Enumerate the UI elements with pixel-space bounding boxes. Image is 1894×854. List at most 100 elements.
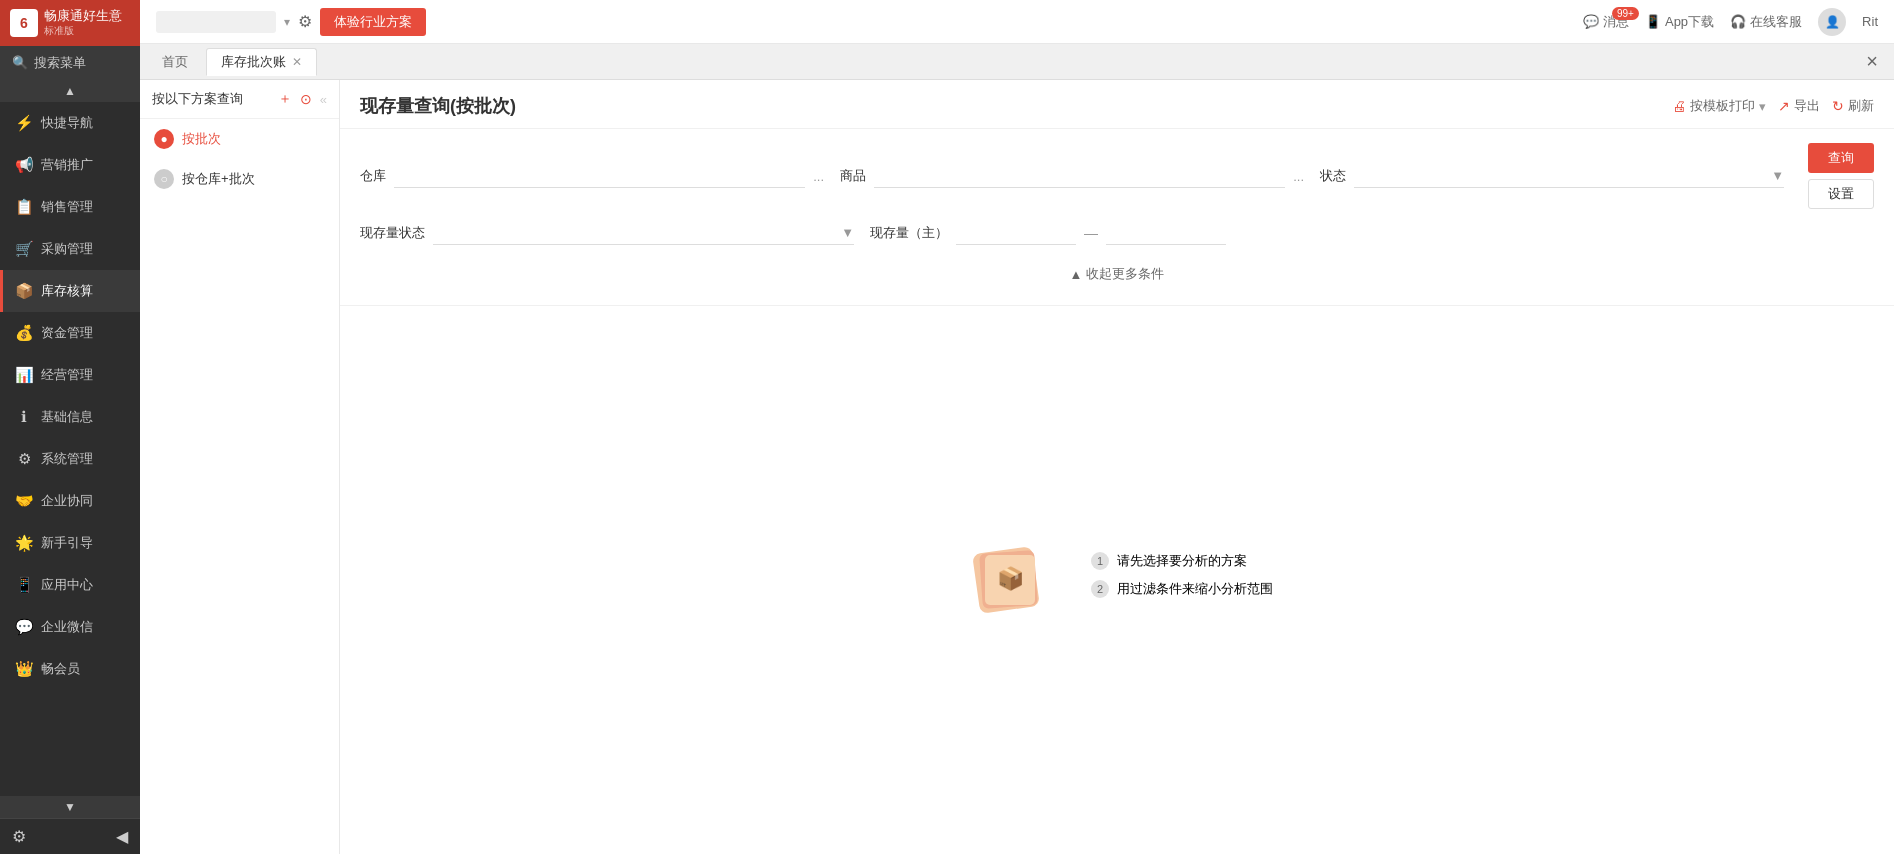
warehouse-more-icon[interactable]: ... xyxy=(813,169,824,184)
export-icon: ↗ xyxy=(1778,98,1790,114)
page-header: 现存量查询(按批次) 🖨 按模板打印 ▾ ↗ 导出 ↻ 刷新 xyxy=(340,80,1894,129)
print-button[interactable]: 🖨 按模板打印 ▾ xyxy=(1672,97,1766,115)
sidebar-item-quick-nav[interactable]: ⚡ 快捷导航 xyxy=(0,102,140,144)
sidebar-item-finance[interactable]: 💰资金管理 xyxy=(0,312,140,354)
by-warehouse-batch-icon: ○ xyxy=(154,169,174,189)
warehouse-input[interactable] xyxy=(394,164,805,188)
refresh-button[interactable]: ↻ 刷新 xyxy=(1832,97,1874,115)
query-button[interactable]: 查询 xyxy=(1808,143,1874,173)
online-service-button[interactable]: 🎧 在线客服 xyxy=(1730,13,1802,31)
sidebar-brand: 畅康通好生意 标准版 xyxy=(44,8,122,38)
sidebar-item-sales[interactable]: 📋销售管理 xyxy=(0,186,140,228)
operations-label: 经营管理 xyxy=(41,366,93,384)
collapse-filters-button[interactable]: ▲ 收起更多条件 xyxy=(360,257,1874,291)
tab-close-icon[interactable]: ✕ xyxy=(292,55,302,69)
panel-close-button[interactable]: × xyxy=(1858,50,1886,73)
sidebar-scroll-up[interactable]: ▲ xyxy=(0,80,140,102)
user-avatar[interactable]: 👤 xyxy=(1818,8,1846,36)
inventory-main-to[interactable] xyxy=(1106,221,1226,245)
sidebar-item-purchase[interactable]: 🛒采购管理 xyxy=(0,228,140,270)
sidebar-item-inventory[interactable]: 📦库存核算 xyxy=(0,270,140,312)
finance-icon: 💰 xyxy=(15,324,33,342)
sidebar-item-operations[interactable]: 📊经营管理 xyxy=(0,354,140,396)
tabbar: 首页 库存批次账 ✕ × xyxy=(140,44,1894,80)
sidebar-item-system[interactable]: ⚙系统管理 xyxy=(0,438,140,480)
filter-inventory-status: 现存量状态 ▼ xyxy=(360,221,854,245)
topbar-breadcrumb-area: ▾ ⚙ 体验行业方案 xyxy=(156,8,1573,36)
filter-area: 仓库 ... 商品 ... 状态 ▼ xyxy=(340,129,1894,306)
goods-input[interactable] xyxy=(874,164,1285,188)
search-icon: 🔍 xyxy=(12,55,28,70)
export-button[interactable]: ↗ 导出 xyxy=(1778,97,1820,115)
tab-home-label: 首页 xyxy=(162,53,188,71)
warehouse-label: 仓库 xyxy=(360,167,386,185)
step-1-text: 请先选择要分析的方案 xyxy=(1117,552,1247,570)
trial-industry-button[interactable]: 体验行业方案 xyxy=(320,8,426,36)
refresh-label: 刷新 xyxy=(1848,97,1874,115)
phone-icon: 📱 xyxy=(1645,14,1661,29)
quick-nav-icon: ⚡ xyxy=(15,114,33,132)
goods-label: 商品 xyxy=(840,167,866,185)
sidebar-item-wechat[interactable]: 💬企业微信 xyxy=(0,606,140,648)
enterprise-icon: 🤝 xyxy=(15,492,33,510)
tab-inventory-batch-label: 库存批次账 xyxy=(221,53,286,71)
sidebar-item-member[interactable]: 👑畅会员 xyxy=(0,648,140,690)
sidebar-search-label: 搜索菜单 xyxy=(34,54,86,72)
topbar-gear-icon[interactable]: ⚙ xyxy=(298,12,312,31)
scheme-settings-icon[interactable]: ⊙ xyxy=(300,91,312,107)
sidebar-logo: 6 xyxy=(10,9,38,37)
add-scheme-icon[interactable]: ＋ xyxy=(278,90,292,108)
filter-row-1: 仓库 ... 商品 ... 状态 ▼ xyxy=(360,143,1874,209)
notification-button[interactable]: 💬 消息 99+ xyxy=(1583,13,1629,31)
topbar-chevron-icon[interactable]: ▾ xyxy=(284,15,290,29)
left-panel-title: 按以下方案查询 xyxy=(152,90,243,108)
online-service-label: 在线客服 xyxy=(1750,13,1802,31)
sidebar: 6 畅康通好生意 标准版 🔍 搜索菜单 ▲ ⚡ 快捷导航 📢营销推广📋销售管理🛒采购… xyxy=(0,0,140,854)
export-label: 导出 xyxy=(1794,97,1820,115)
settings-button[interactable]: 设置 xyxy=(1808,179,1874,209)
sidebar-item-basic[interactable]: ℹ基础信息 xyxy=(0,396,140,438)
topbar-search-input[interactable] xyxy=(156,11,276,33)
newguide-label: 新手引导 xyxy=(41,534,93,552)
appstore-label: 应用中心 xyxy=(41,576,93,594)
tab-inventory-batch[interactable]: 库存批次账 ✕ xyxy=(206,48,317,76)
wechat-label: 企业微信 xyxy=(41,618,93,636)
tab-home[interactable]: 首页 xyxy=(148,48,202,76)
panel-item-by-batch[interactable]: ● 按批次 xyxy=(140,119,339,159)
print-dropdown-icon[interactable]: ▾ xyxy=(1759,99,1766,114)
message-icon: 💬 xyxy=(1583,14,1599,29)
filter-status: 状态 ▼ xyxy=(1320,164,1784,188)
inventory-main-from[interactable] xyxy=(956,221,1076,245)
left-panel-icons: ＋ ⊙ « xyxy=(278,90,327,108)
topbar: ▾ ⚙ 体验行业方案 💬 消息 99+ 📱 App下载 🎧 在线客服 👤 Rit xyxy=(140,0,1894,44)
sidebar-scroll-down[interactable]: ▼ xyxy=(0,796,140,818)
sidebar-item-newguide[interactable]: 🌟新手引导 xyxy=(0,522,140,564)
sales-label: 销售管理 xyxy=(41,198,93,216)
goods-more-icon[interactable]: ... xyxy=(1293,169,1304,184)
settings-footer-icon[interactable]: ⚙ xyxy=(12,827,26,846)
marketing-label: 营销推广 xyxy=(41,156,93,174)
inventory-status-label: 现存量状态 xyxy=(360,224,425,242)
empty-state: 📦 1 请先选择要分析的方案 2 用过滤条件来缩小分析范围 xyxy=(340,306,1894,854)
sidebar-search[interactable]: 🔍 搜索菜单 xyxy=(0,46,140,80)
member-icon: 👑 xyxy=(15,660,33,678)
inventory-status-select[interactable]: ▼ xyxy=(433,221,854,245)
empty-step-2: 2 用过滤条件来缩小分析范围 xyxy=(1091,580,1273,598)
filter-row-2: 现存量状态 ▼ 现存量（主） — xyxy=(360,221,1874,245)
collapse-sidebar-icon[interactable]: ◀ xyxy=(116,827,128,846)
sidebar-item-appstore[interactable]: 📱 应用中心 xyxy=(0,564,140,606)
panel-item-by-warehouse-batch[interactable]: ○ 按仓库+批次 xyxy=(140,159,339,199)
status-label: 状态 xyxy=(1320,167,1346,185)
appstore-icon: 📱 xyxy=(15,576,33,594)
username-label[interactable]: Rit xyxy=(1862,14,1878,29)
filter-warehouse: 仓库 ... xyxy=(360,164,824,188)
sidebar-item-marketing[interactable]: 📢营销推广 xyxy=(0,144,140,186)
sidebar-company: 畅康通好生意 xyxy=(44,8,122,24)
sidebar-item-enterprise[interactable]: 🤝企业协同 xyxy=(0,480,140,522)
quick-nav-label: 快捷导航 xyxy=(41,114,93,132)
inventory-main-label: 现存量（主） xyxy=(870,224,948,242)
collapse-panel-icon[interactable]: « xyxy=(320,92,327,107)
status-select[interactable]: ▼ xyxy=(1354,164,1784,188)
app-download-button[interactable]: 📱 App下载 xyxy=(1645,13,1714,31)
status-dropdown-icon: ▼ xyxy=(1771,168,1784,183)
